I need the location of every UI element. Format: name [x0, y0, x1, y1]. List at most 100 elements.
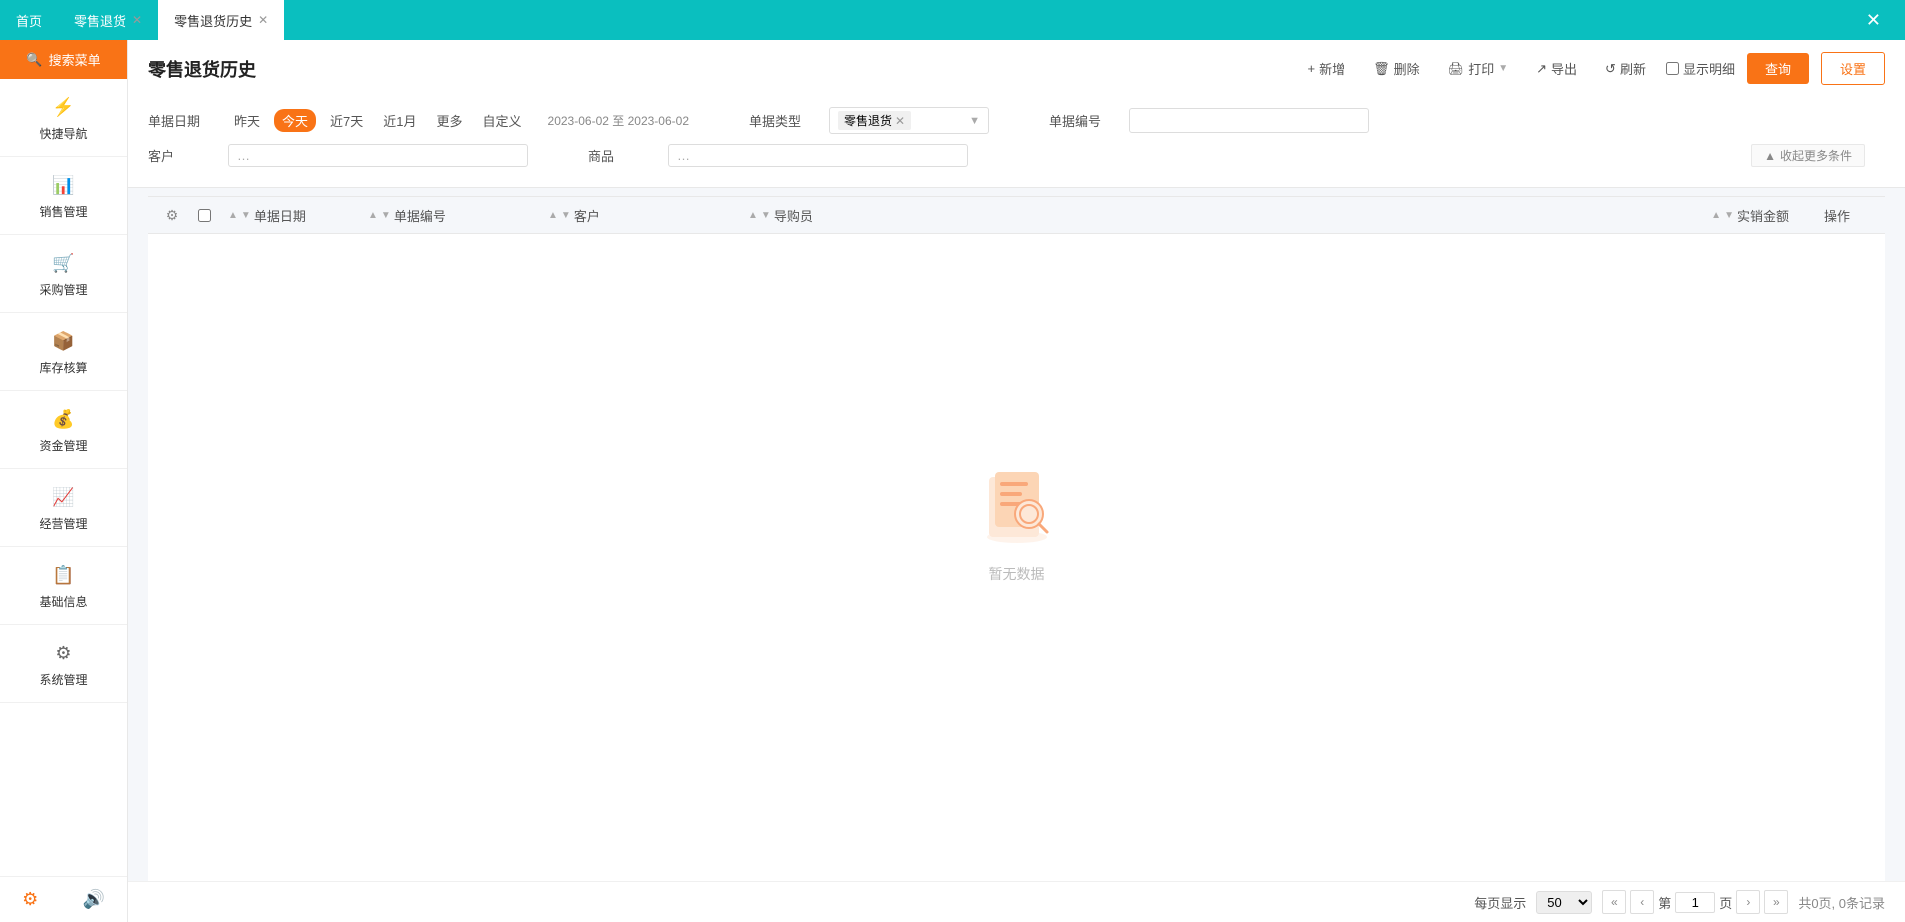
col-action-label: 操作 — [1824, 206, 1850, 225]
sales-icon: 📊 — [50, 171, 78, 199]
sidebar-search-button[interactable]: 🔍 搜索菜单 — [0, 40, 127, 79]
col-no-label: 单据编号 — [394, 206, 446, 225]
total-label: 共0页, 0条记录 — [1798, 893, 1885, 912]
date-range-end: 2023-06-02 — [628, 114, 689, 128]
col-guide-label: 导购员 — [774, 206, 813, 225]
page-unit: 页 — [1719, 893, 1732, 912]
per-page-label: 每页显示 — [1474, 893, 1526, 912]
top-bar-right: ✕ — [1854, 10, 1905, 31]
table-select-all-checkbox[interactable] — [188, 209, 220, 222]
export-label: 导出 — [1551, 59, 1577, 78]
search-icon: 🔍 — [26, 52, 42, 68]
delete-button[interactable]: 🗑 删除 — [1365, 55, 1428, 82]
filter-row-1: 单据日期 昨天 今天 近7天 近1月 更多 自定义 2023-06-02 至 2… — [148, 107, 1885, 134]
tab-home-label: 首页 — [16, 11, 42, 30]
last-page-button[interactable]: » — [1764, 890, 1788, 914]
sidebar-settings-icon[interactable]: ⚙ — [22, 889, 38, 910]
close-history-icon[interactable]: ✕ — [258, 13, 268, 27]
doc-type-dropdown-icon: ▼ — [969, 115, 980, 127]
content-inner: ⚙ ▲ ▼ 单据日期 ▲ ▼ 单据编号 ▲ — [128, 188, 1905, 881]
inventory-icon: 📦 — [50, 327, 78, 355]
new-button[interactable]: + 新增 — [1300, 55, 1354, 82]
sidebar-item-finance[interactable]: 💰 资金管理 — [0, 391, 127, 469]
date-week-btn[interactable]: 近7天 — [324, 109, 369, 132]
collapse-icon: ▲ — [1764, 149, 1776, 163]
doc-no-label: 单据编号 — [1049, 111, 1109, 130]
prev-page-button[interactable]: ‹ — [1630, 890, 1654, 914]
date-month-btn[interactable]: 近1月 — [377, 109, 422, 132]
page-input[interactable] — [1675, 892, 1715, 913]
content-area: 零售退货历史 + 新增 🗑 删除 🖨 打印 ▼ — [128, 40, 1905, 922]
per-page-select[interactable]: 50 10 20 100 — [1536, 891, 1592, 914]
settings-button[interactable]: 设置 — [1821, 52, 1885, 85]
col-guide-sort-down: ▼ — [761, 210, 771, 221]
col-date: ▲ ▼ 单据日期 — [220, 206, 360, 225]
query-button[interactable]: 查询 — [1747, 53, 1809, 84]
print-dropdown-icon: ▼ — [1498, 63, 1508, 74]
doc-type-select[interactable]: 零售退货 ✕ ▼ — [829, 107, 989, 134]
basic-info-icon: 📋 — [50, 561, 78, 589]
refresh-button[interactable]: ↺ 刷新 — [1597, 55, 1654, 82]
empty-state: 暂无数据 — [148, 234, 1885, 881]
window-close-button[interactable]: ✕ — [1854, 10, 1893, 30]
doc-type-value: 零售退货 — [844, 112, 892, 129]
table-settings-icon[interactable]: ⚙ — [156, 207, 188, 224]
col-customer-sort-up: ▲ — [548, 210, 558, 221]
tab-retail-return-label: 零售退货 — [74, 11, 126, 30]
goods-select[interactable]: … — [668, 144, 968, 167]
doc-no-input[interactable] — [1129, 108, 1369, 133]
sidebar-item-basic-info[interactable]: 📋 基础信息 — [0, 547, 127, 625]
export-button[interactable]: ↗ 导出 — [1528, 55, 1585, 82]
page-header: 零售退货历史 + 新增 🗑 删除 🖨 打印 ▼ — [128, 40, 1905, 188]
filter-area: 单据日期 昨天 今天 近7天 近1月 更多 自定义 2023-06-02 至 2… — [148, 97, 1885, 187]
sidebar-item-inventory[interactable]: 📦 库存核算 — [0, 313, 127, 391]
close-retail-return-icon[interactable]: ✕ — [132, 13, 142, 27]
show-detail-checkbox-group: 显示明细 — [1666, 59, 1735, 78]
customer-select[interactable]: … — [228, 144, 528, 167]
purchase-icon: 🛒 — [50, 249, 78, 277]
col-customer-label: 客户 — [574, 206, 600, 225]
date-more-btn[interactable]: 更多 — [431, 109, 469, 132]
empty-text: 暂无数据 — [989, 564, 1045, 584]
new-label: 新增 — [1319, 59, 1345, 78]
doc-type-remove-icon[interactable]: ✕ — [895, 114, 905, 128]
show-detail-checkbox[interactable] — [1666, 62, 1679, 75]
sidebar-item-purchase[interactable]: 🛒 采购管理 — [0, 235, 127, 313]
next-page-button[interactable]: › — [1736, 890, 1760, 914]
first-page-button[interactable]: « — [1602, 890, 1626, 914]
sidebar-item-quick-nav-label: 快捷导航 — [39, 125, 87, 142]
sidebar-item-system[interactable]: ⚙ 系统管理 — [0, 625, 127, 703]
select-all-input[interactable] — [198, 209, 211, 222]
col-date-label: 单据日期 — [254, 206, 306, 225]
col-no: ▲ ▼ 单据编号 — [360, 206, 540, 225]
sidebar-search-label: 搜索菜单 — [49, 50, 101, 69]
tab-retail-return[interactable]: 零售退货 ✕ — [58, 0, 158, 40]
operations-icon: 📈 — [50, 483, 78, 511]
date-range-start: 2023-06-02 — [548, 114, 609, 128]
sidebar-item-system-label: 系统管理 — [39, 671, 87, 688]
sidebar-item-finance-label: 资金管理 — [39, 437, 87, 454]
tab-bar: 首页 零售退货 ✕ 零售退货历史 ✕ — [0, 0, 1854, 40]
sidebar-item-quick-nav[interactable]: ⚡ 快捷导航 — [0, 79, 127, 157]
print-button[interactable]: 🖨 打印 ▼ — [1440, 55, 1516, 82]
sidebar: 🔍 搜索菜单 ⚡ 快捷导航 📊 销售管理 🛒 采购管理 📦 库存核算 💰 资金管… — [0, 40, 128, 922]
delete-icon: 🗑 — [1373, 61, 1390, 77]
filter-row-2: 客户 … 商品 … ▲ 收起更多条件 — [148, 144, 1885, 167]
sidebar-item-operations[interactable]: 📈 经营管理 — [0, 469, 127, 547]
page-title: 零售退货历史 — [148, 56, 256, 82]
goods-dots: … — [677, 148, 690, 163]
system-icon: ⚙ — [50, 639, 78, 667]
collapse-filters-button[interactable]: ▲ 收起更多条件 — [1751, 144, 1865, 167]
date-filters: 昨天 今天 近7天 近1月 更多 自定义 — [228, 109, 528, 132]
sidebar-item-operations-label: 经营管理 — [39, 515, 87, 532]
refresh-label: 刷新 — [1620, 59, 1646, 78]
tab-retail-return-history[interactable]: 零售退货历史 ✕ — [158, 0, 284, 40]
tab-home[interactable]: 首页 — [0, 0, 58, 40]
print-icon: 🖨 — [1448, 61, 1465, 77]
doc-type-tag: 零售退货 ✕ — [838, 111, 911, 130]
date-yesterday-btn[interactable]: 昨天 — [228, 109, 266, 132]
sidebar-item-sales[interactable]: 📊 销售管理 — [0, 157, 127, 235]
date-custom-btn[interactable]: 自定义 — [477, 109, 528, 132]
sidebar-audio-icon[interactable]: 🔊 — [82, 889, 104, 910]
date-today-btn[interactable]: 今天 — [274, 109, 316, 132]
